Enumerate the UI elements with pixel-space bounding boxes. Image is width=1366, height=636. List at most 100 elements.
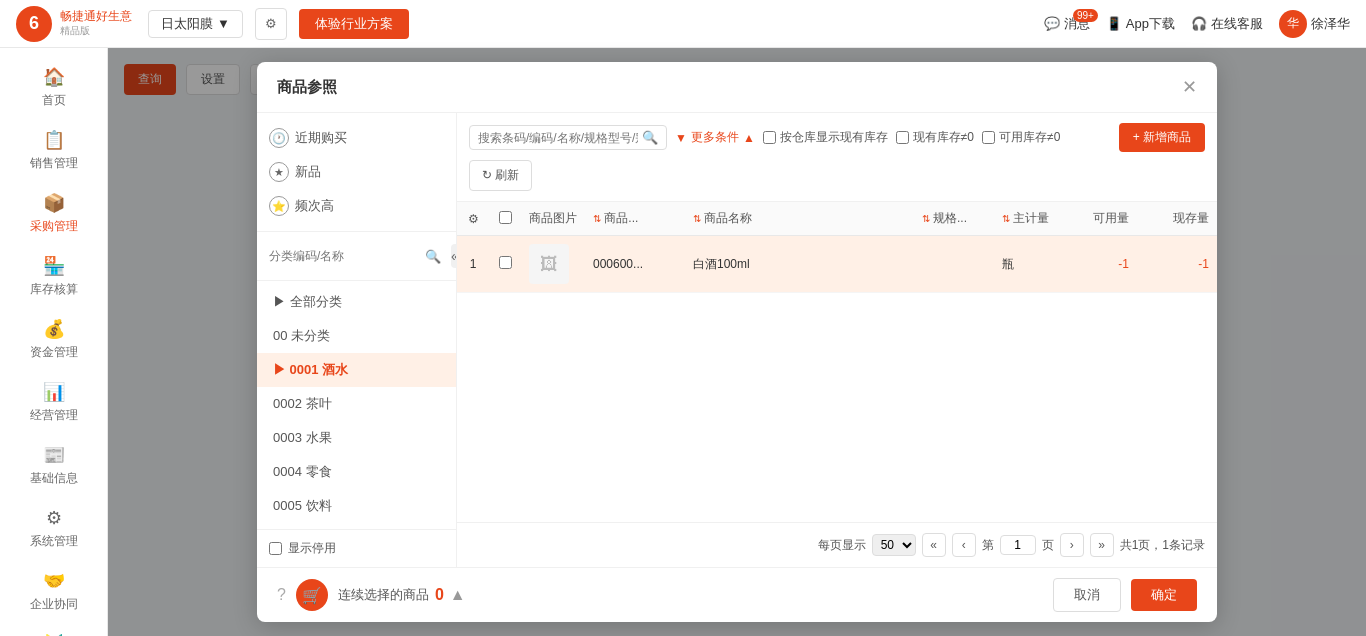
row-checkbox[interactable] — [499, 256, 512, 269]
phone-icon: 📱 — [1106, 16, 1122, 31]
sort-icon-unit: ⇅ — [1002, 213, 1010, 224]
row-avail-cell: -1 — [1057, 236, 1137, 293]
collapse-footer-icon[interactable]: ▲ — [450, 586, 466, 604]
cat-uncategorized[interactable]: 00 未分类 — [257, 319, 456, 353]
row-num: 1 — [457, 236, 489, 293]
cat-drink[interactable]: 0005 饮料 — [257, 489, 456, 523]
product-modal: 商品参照 ✕ 🕐 近期购买 ★ — [257, 62, 1217, 622]
col-avail-header: 可用量 — [1057, 202, 1137, 236]
col-img-header: 商品图片 — [521, 202, 585, 236]
filter-arrow-icon: ▲ — [743, 131, 755, 145]
chevron-down-icon: ▼ — [217, 16, 230, 31]
quick-recent[interactable]: 🕐 近期购买 — [257, 121, 456, 155]
quick-filter-list: 🕐 近期购买 ★ 新品 ⭐ 频次高 — [257, 113, 456, 232]
product-search-icon[interactable]: 🔍 — [642, 130, 658, 145]
cart-icon: 🛒 — [296, 579, 328, 611]
product-search-wrap: 🔍 — [469, 125, 667, 150]
category-search-icon[interactable]: 🔍 — [425, 249, 441, 264]
first-page-btn[interactable]: « — [922, 533, 946, 557]
filter-icon: ▼ — [675, 131, 687, 145]
help-icon[interactable]: ? — [277, 586, 286, 604]
row-check-cell[interactable] — [489, 236, 521, 293]
cat-liquor[interactable]: ▶ 0001 酒水 — [257, 353, 456, 387]
new-product-btn[interactable]: + 新增商品 — [1119, 123, 1205, 152]
col-spec-header[interactable]: ⇅ 规格... — [914, 202, 994, 236]
col-code-header[interactable]: ⇅ 商品... — [585, 202, 685, 236]
category-search-input[interactable] — [269, 249, 419, 263]
selected-info: 连续选择的商品 0 ▲ — [338, 586, 466, 604]
inventory-icon: 🏪 — [43, 255, 65, 277]
available-stock-checkbox[interactable] — [982, 131, 995, 144]
modal-title: 商品参照 — [277, 78, 337, 97]
top-nav: 6 畅捷通好生意 精品版 日太阳膜 ▼ ⚙ 体验行业方案 💬 消息 99+ 📱 … — [0, 0, 1366, 48]
confirm-btn[interactable]: 确定 — [1131, 579, 1197, 611]
sidebar-item-basic[interactable]: 📰 基础信息 — [0, 434, 107, 497]
page-size-select[interactable]: 50 — [872, 534, 916, 556]
logo-line2: 精品版 — [60, 24, 132, 38]
quick-new[interactable]: ★ 新品 — [257, 155, 456, 189]
table-header-row: ⚙ 商品图片 ⇅ — [457, 202, 1217, 236]
logo-text-block: 畅捷通好生意 精品版 — [60, 9, 132, 37]
check-available-stock[interactable]: 可用库存≠0 — [982, 129, 1060, 146]
sidebar-item-purchase[interactable]: 📦 采购管理 — [0, 182, 107, 245]
message-icon: 💬 — [1044, 16, 1060, 31]
sidebar: 🏠 首页 📋 销售管理 📦 采购管理 🏪 库存核算 💰 资金管理 📊 经营管理 … — [0, 48, 108, 636]
sidebar-item-sales[interactable]: 📋 销售管理 — [0, 119, 107, 182]
sort-icon-spec: ⇅ — [922, 213, 930, 224]
check-by-warehouse[interactable]: 按仓库显示现有库存 — [763, 129, 888, 146]
check-existing-stock[interactable]: 现有库存≠0 — [896, 129, 974, 146]
product-search-input[interactable] — [478, 131, 638, 145]
store-dropdown[interactable]: 日太阳膜 ▼ — [148, 10, 243, 38]
star-icon: ★ — [269, 162, 289, 182]
quick-frequent[interactable]: ⭐ 频次高 — [257, 189, 456, 223]
show-disabled-label: 显示停用 — [288, 540, 336, 557]
sidebar-item-business[interactable]: 📊 经营管理 — [0, 371, 107, 434]
existing-stock-checkbox[interactable] — [896, 131, 909, 144]
modal-overlay: 商品参照 ✕ 🕐 近期购买 ★ — [108, 48, 1366, 636]
modal-close-btn[interactable]: ✕ — [1182, 76, 1197, 98]
sidebar-item-enterprise[interactable]: 🤝 企业协同 — [0, 560, 107, 623]
cat-all[interactable]: ▶ 全部分类 — [257, 285, 456, 319]
system-icon: ⚙ — [46, 507, 62, 529]
page-input[interactable] — [1000, 535, 1036, 555]
sort-icon-name: ⇅ — [693, 213, 701, 224]
product-table: ⚙ 商品图片 ⇅ — [457, 202, 1217, 293]
product-table-body: 1 🖼 — [457, 236, 1217, 293]
sidebar-item-guide[interactable]: 🔰 新手引导 — [0, 623, 107, 636]
online-service-btn[interactable]: 🎧 在线客服 — [1191, 15, 1263, 33]
freq-icon: ⭐ — [269, 196, 289, 216]
select-all-checkbox[interactable] — [499, 211, 512, 224]
gear-button[interactable]: ⚙ — [255, 8, 287, 40]
sidebar-item-finance[interactable]: 💰 资金管理 — [0, 308, 107, 371]
modal-header: 商品参照 ✕ — [257, 62, 1217, 113]
show-disabled-checkbox[interactable] — [269, 542, 282, 555]
user-area[interactable]: 华 徐泽华 — [1279, 10, 1350, 38]
cat-tea[interactable]: 0002 茶叶 — [257, 387, 456, 421]
message-btn[interactable]: 💬 消息 99+ — [1044, 15, 1090, 33]
next-page-btn[interactable]: › — [1060, 533, 1084, 557]
sidebar-item-system[interactable]: ⚙ 系统管理 — [0, 497, 107, 560]
last-page-btn[interactable]: » — [1090, 533, 1114, 557]
more-filter-btn[interactable]: ▼ 更多条件 ▲ — [675, 129, 755, 146]
cat-fruit[interactable]: 0003 水果 — [257, 421, 456, 455]
logo-line1: 畅捷通好生意 — [60, 9, 132, 23]
headset-icon: 🎧 — [1191, 16, 1207, 31]
row-spec-cell — [914, 236, 994, 293]
category-sidebar: 🕐 近期购买 ★ 新品 ⭐ 频次高 — [257, 113, 457, 567]
prev-page-btn[interactable]: ‹ — [952, 533, 976, 557]
col-unit-header[interactable]: ⇅ 主计量 — [994, 202, 1057, 236]
cancel-btn[interactable]: 取消 — [1053, 578, 1121, 612]
warehouse-checkbox[interactable] — [763, 131, 776, 144]
col-settings[interactable]: ⚙ — [457, 202, 489, 236]
table-row[interactable]: 1 🖼 — [457, 236, 1217, 293]
sidebar-item-home[interactable]: 🏠 首页 — [0, 56, 107, 119]
sidebar-item-inventory[interactable]: 🏪 库存核算 — [0, 245, 107, 308]
category-search: 🔍 « — [257, 232, 456, 281]
app-download-btn[interactable]: 📱 App下载 — [1106, 15, 1175, 33]
cat-snack[interactable]: 0004 零食 — [257, 455, 456, 489]
avatar: 华 — [1279, 10, 1307, 38]
col-name-header[interactable]: ⇅ 商品名称 — [685, 202, 914, 236]
refresh-btn[interactable]: ↻ 刷新 — [469, 160, 532, 191]
trial-btn[interactable]: 体验行业方案 — [299, 9, 409, 39]
main-content: 查询 设置 刷新 商品参照 ✕ 🕐 — [108, 48, 1366, 636]
